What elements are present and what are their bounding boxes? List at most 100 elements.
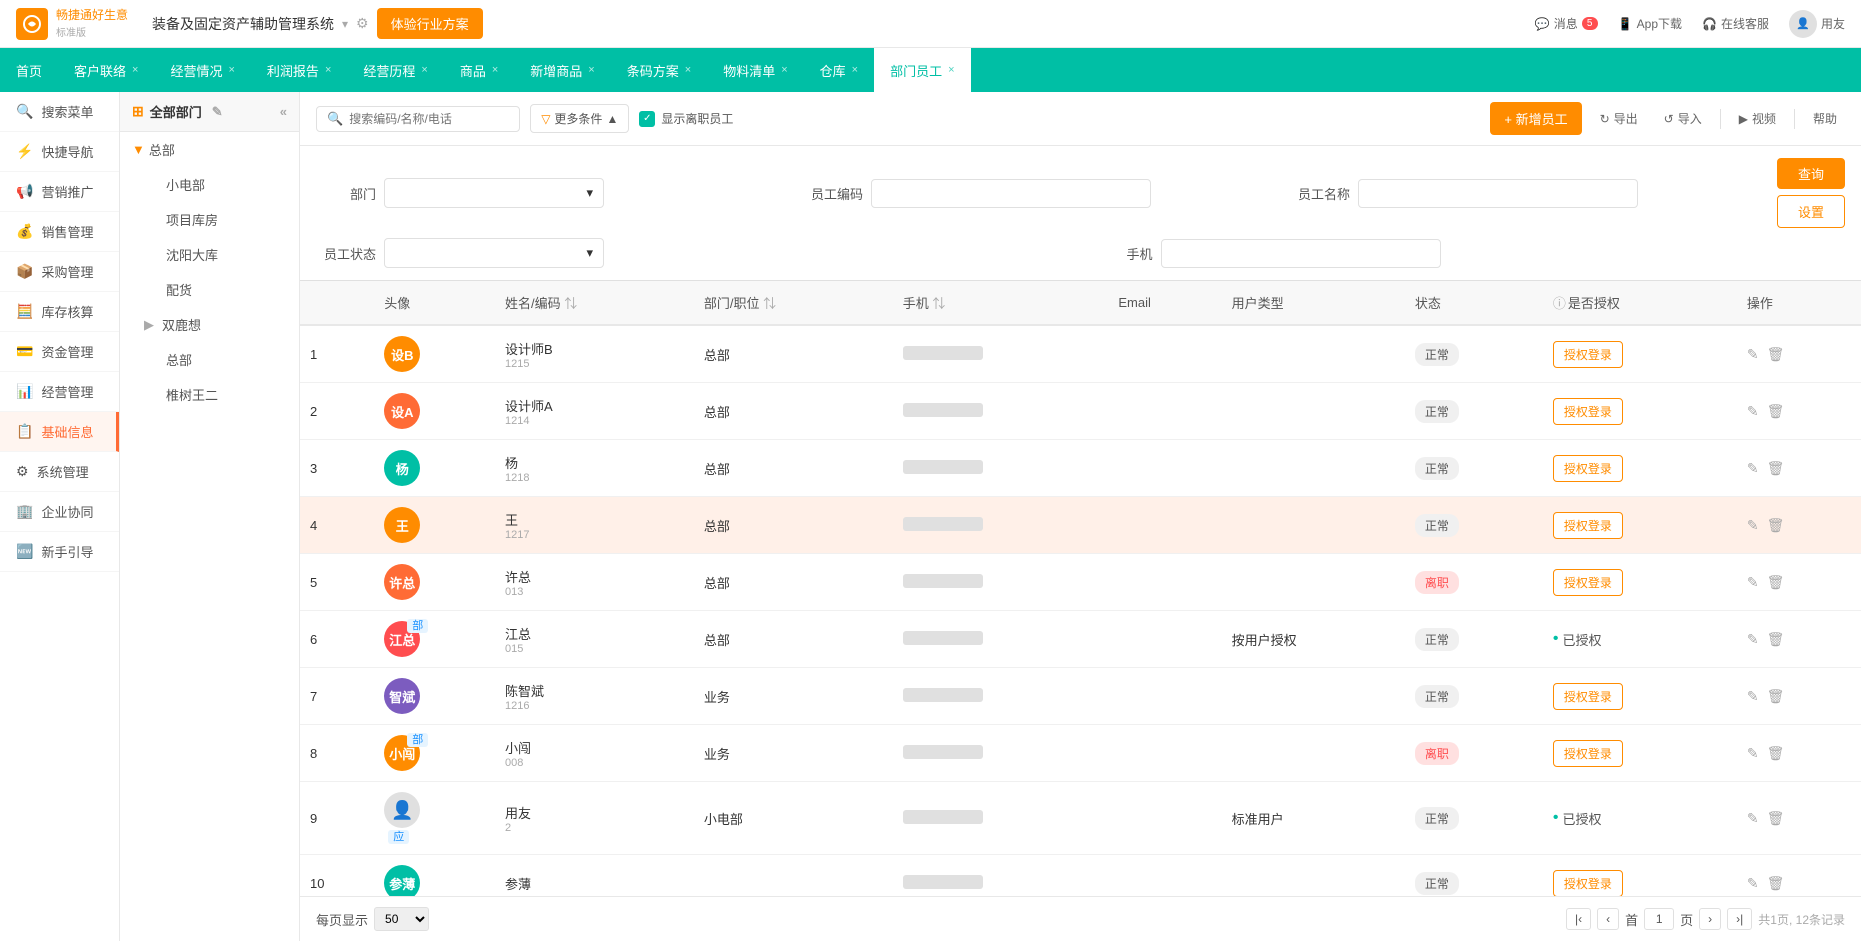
delete-icon[interactable]: 🗑 — [1767, 631, 1785, 648]
filter-input-phone[interactable] — [1161, 239, 1441, 268]
sidebar-item-库存核算[interactable]: 🧮库存核算 — [0, 292, 119, 332]
edit-icon[interactable]: ✎ — [1747, 745, 1759, 762]
edit-icon[interactable]: ✎ — [1747, 810, 1759, 827]
help-btn[interactable]: 帮助 — [1805, 105, 1845, 132]
show-inactive-checkbox[interactable]: ✓ — [639, 111, 655, 127]
sort-icon[interactable]: ⇅ — [932, 296, 945, 311]
nav-tab-close-icon[interactable]: × — [492, 64, 498, 76]
settings-icon[interactable]: ⚙ — [356, 15, 369, 32]
edit-icon[interactable]: ✎ — [1747, 631, 1759, 648]
import-btn[interactable]: ↺ 导入 — [1656, 105, 1710, 132]
app-download-item[interactable]: 📱 App下载 — [1618, 15, 1682, 32]
delete-icon[interactable]: 🗑 — [1767, 745, 1785, 762]
auth-login-button[interactable]: 授权登录 — [1553, 870, 1623, 897]
edit-icon[interactable]: ✎ — [1747, 875, 1759, 892]
user-item[interactable]: 👤 用友 — [1789, 10, 1845, 38]
set-button[interactable]: 设置 — [1777, 195, 1845, 228]
search-input[interactable] — [349, 112, 509, 126]
nav-tab-新增商品[interactable]: 新增商品× — [514, 48, 610, 92]
first-page-btn[interactable]: |‹ — [1566, 908, 1591, 930]
current-page[interactable]: 1 — [1644, 908, 1674, 930]
show-inactive-check[interactable]: ✓ 显示离职员工 — [639, 110, 733, 127]
edit-icon[interactable]: ✎ — [1747, 688, 1759, 705]
nav-tab-close-icon[interactable]: × — [325, 64, 331, 76]
delete-icon[interactable]: 🗑 — [1767, 875, 1785, 892]
auth-login-button[interactable]: 授权登录 — [1553, 512, 1623, 539]
notification-item[interactable]: 💬 消息 5 — [1535, 15, 1598, 32]
sidebar-item-采购管理[interactable]: 📦采购管理 — [0, 252, 119, 292]
sidebar-item-销售管理[interactable]: 💰销售管理 — [0, 212, 119, 252]
auth-login-button[interactable]: 授权登录 — [1553, 341, 1623, 368]
edit-icon[interactable]: ✎ — [1747, 574, 1759, 591]
nav-tab-条码方案[interactable]: 条码方案× — [611, 48, 707, 92]
add-employee-button[interactable]: + 新增员工 — [1490, 102, 1581, 135]
dept-node-配货[interactable]: 配货 — [120, 272, 299, 307]
search-box[interactable]: 🔍 — [316, 106, 520, 132]
nav-tab-close-icon[interactable]: × — [421, 64, 427, 76]
trial-button[interactable]: 体验行业方案 — [377, 8, 483, 39]
auth-login-button[interactable]: 授权登录 — [1553, 683, 1623, 710]
nav-tab-客户联络[interactable]: 客户联络× — [58, 48, 154, 92]
nav-tab-经营情况[interactable]: 经营情况× — [154, 48, 250, 92]
sidebar-item-营销推广[interactable]: 📢营销推广 — [0, 172, 119, 212]
sidebar-item-基础信息[interactable]: 📋基础信息 — [0, 412, 119, 452]
dept-node-总部[interactable]: 总部 — [120, 342, 299, 377]
auth-login-button[interactable]: 授权登录 — [1553, 569, 1623, 596]
nav-tab-close-icon[interactable]: × — [132, 64, 138, 76]
filter-select-status[interactable]: ▾ — [384, 238, 604, 268]
nav-tab-部门员工[interactable]: 部门员工× — [874, 48, 970, 92]
delete-icon[interactable]: 🗑 — [1767, 517, 1785, 534]
delete-icon[interactable]: 🗑 — [1767, 346, 1785, 363]
nav-tab-close-icon[interactable]: × — [588, 64, 594, 76]
dept-node-top[interactable]: ▼ 总部 — [120, 132, 299, 167]
prev-page-btn[interactable]: ‹ — [1597, 908, 1619, 930]
delete-icon[interactable]: 🗑 — [1767, 688, 1785, 705]
auth-login-button[interactable]: 授权登录 — [1553, 740, 1623, 767]
nav-tab-close-icon[interactable]: × — [228, 64, 234, 76]
dept-tree-collapse-icon[interactable]: « — [280, 104, 287, 119]
per-page-select[interactable]: 50 100 — [374, 907, 429, 931]
filter-select-dept[interactable]: ▾ — [384, 178, 604, 208]
sidebar-item-经营管理[interactable]: 📊经营管理 — [0, 372, 119, 412]
filter-input-empname[interactable] — [1358, 179, 1638, 208]
dept-node-沈阳大库[interactable]: 沈阳大库 — [120, 237, 299, 272]
sidebar-item-资金管理[interactable]: 💳资金管理 — [0, 332, 119, 372]
sidebar-item-系统管理[interactable]: ⚙系统管理 — [0, 452, 119, 492]
dept-node-项目库房[interactable]: 项目库房 — [120, 202, 299, 237]
nav-tab-close-icon[interactable]: × — [852, 64, 858, 76]
nav-tab-利润报告[interactable]: 利润报告× — [251, 48, 347, 92]
edit-icon[interactable]: ✎ — [1747, 346, 1759, 363]
video-btn[interactable]: ▶ 视频 — [1731, 105, 1784, 132]
filter-input-empcode[interactable] — [871, 179, 1151, 208]
auth-login-button[interactable]: 授权登录 — [1553, 455, 1623, 482]
nav-tab-close-icon[interactable]: × — [685, 64, 691, 76]
sort-icon[interactable]: ⇅ — [564, 296, 577, 311]
sidebar-item-搜索菜单[interactable]: 🔍搜索菜单 — [0, 92, 119, 132]
last-page-btn[interactable]: ›| — [1727, 908, 1752, 930]
dept-node-双鹿想[interactable]: ▶双鹿想 — [120, 307, 299, 342]
nav-tab-物料清单[interactable]: 物料清单× — [707, 48, 803, 92]
delete-icon[interactable]: 🗑 — [1767, 810, 1785, 827]
dept-tree-edit-icon[interactable]: ✎ — [212, 104, 223, 120]
nav-tab-仓库[interactable]: 仓库× — [804, 48, 874, 92]
nav-tab-close-icon[interactable]: × — [781, 64, 787, 76]
delete-icon[interactable]: 🗑 — [1767, 574, 1785, 591]
edit-icon[interactable]: ✎ — [1747, 460, 1759, 477]
filter-btn[interactable]: ▽ 更多条件 ▲ — [530, 104, 629, 133]
dept-node-小电部[interactable]: 小电部 — [120, 167, 299, 202]
auth-login-button[interactable]: 授权登录 — [1553, 398, 1623, 425]
sort-icon[interactable]: ⇅ — [763, 296, 776, 311]
sidebar-item-快捷导航[interactable]: ⚡快捷导航 — [0, 132, 119, 172]
online-service-item[interactable]: 🎧 在线客服 — [1702, 15, 1769, 32]
nav-tab-商品[interactable]: 商品× — [444, 48, 514, 92]
dept-node-椎树王二[interactable]: 椎树王二 — [120, 377, 299, 412]
sidebar-item-新手引导[interactable]: 🆕新手引导 — [0, 532, 119, 572]
nav-tab-首页[interactable]: 首页 — [0, 48, 58, 92]
next-page-btn[interactable]: › — [1699, 908, 1721, 930]
edit-icon[interactable]: ✎ — [1747, 517, 1759, 534]
delete-icon[interactable]: 🗑 — [1767, 460, 1785, 477]
info-icon[interactable]: ⓘ — [1553, 296, 1566, 311]
system-title-arrow-icon[interactable]: ▾ — [342, 17, 348, 31]
delete-icon[interactable]: 🗑 — [1767, 403, 1785, 420]
nav-tab-close-icon[interactable]: × — [948, 64, 954, 76]
